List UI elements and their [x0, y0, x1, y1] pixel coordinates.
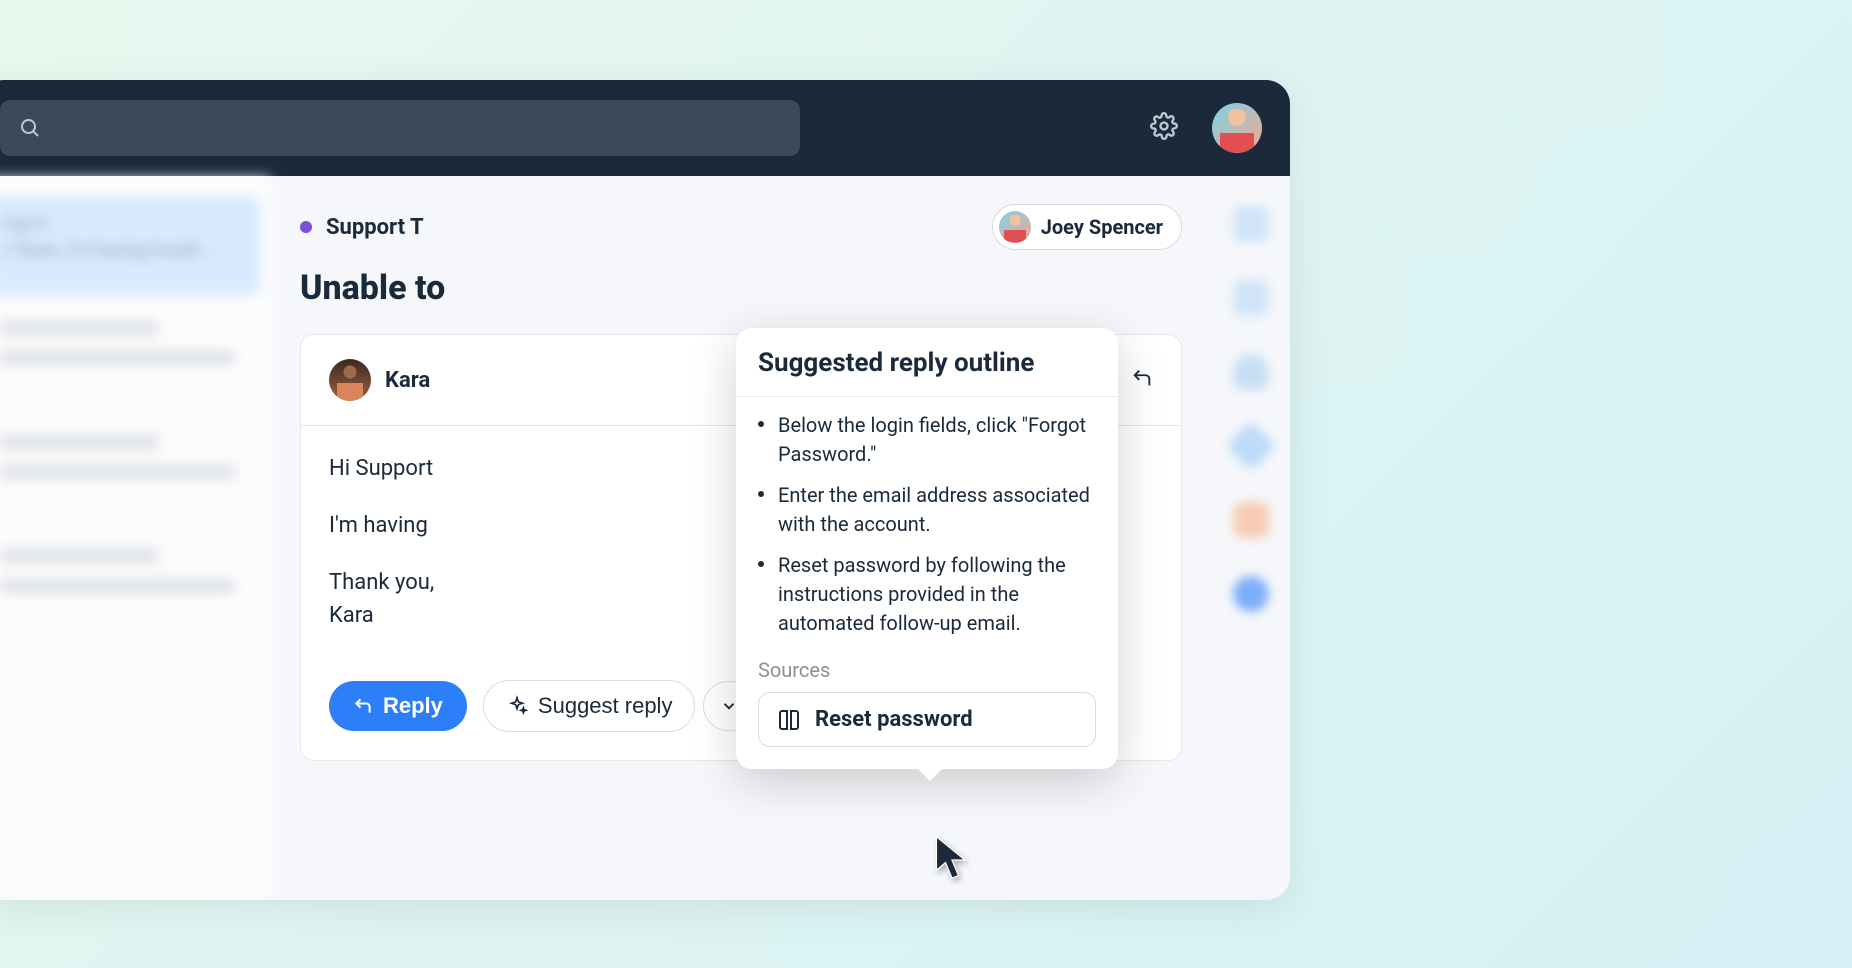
reply-button-label: Reply [383, 693, 443, 719]
rail-icon-calendar[interactable] [1233, 206, 1269, 242]
reply-arrow-icon [1131, 367, 1153, 389]
app-window: log in t Team, I'm having troubl... Supp… [0, 80, 1290, 900]
sidebar-selected-item[interactable]: log in t Team, I'm having troubl... [0, 196, 260, 296]
rail-icon-apps[interactable] [1233, 576, 1269, 612]
search-icon [18, 116, 42, 140]
source-pill[interactable]: Reset password [758, 692, 1096, 747]
assignee-name: Joey Spencer [1041, 215, 1163, 239]
sidebar-preview-line1: log in [4, 210, 246, 237]
sparkle-icon [506, 695, 528, 717]
popover-bullet: Below the login fields, click "Forgot Pa… [758, 411, 1096, 469]
ticket-category: Support T [326, 215, 424, 240]
sidebar: log in t Team, I'm having troubl... [0, 176, 270, 900]
popover-bullet-list: Below the login fields, click "Forgot Pa… [736, 397, 1118, 654]
user-avatar[interactable] [1212, 103, 1262, 153]
rail-icon-contact[interactable] [1233, 280, 1269, 316]
gear-icon [1150, 112, 1178, 140]
popover-bullet: Enter the email address associated with … [758, 481, 1096, 539]
sources-label: Sources [736, 654, 1118, 692]
suggest-reply-button[interactable]: Suggest reply [483, 680, 696, 732]
sender-avatar [329, 359, 371, 401]
assignee-avatar [999, 211, 1031, 243]
cursor-pointer [930, 834, 974, 890]
assignee-pill[interactable]: Joey Spencer [992, 204, 1182, 250]
source-label: Reset password [815, 707, 973, 732]
right-rail [1212, 176, 1290, 900]
search-input[interactable] [0, 100, 800, 156]
rail-icon-cloud[interactable] [1233, 354, 1269, 390]
settings-button[interactable] [1150, 112, 1178, 144]
popover-bullet: Reset password by following the instruct… [758, 551, 1096, 638]
reply-button[interactable]: Reply [329, 681, 467, 731]
rail-icon-orange[interactable] [1233, 502, 1269, 538]
reply-icon [353, 696, 373, 716]
message-reply-button[interactable] [1131, 367, 1153, 393]
cursor-icon [930, 834, 974, 886]
rail-icon-diamond[interactable] [1226, 421, 1277, 472]
sidebar-preview-line2: t Team, I'm having troubl... [4, 237, 246, 264]
suggest-reply-label: Suggest reply [538, 693, 673, 719]
book-icon [777, 708, 801, 732]
ticket-content: Support T Joey Spencer Unable to Kara [270, 176, 1212, 900]
top-bar [0, 80, 1290, 176]
status-dot [300, 221, 312, 233]
popover-title: Suggested reply outline [736, 328, 1118, 397]
ticket-title: Unable to [300, 268, 1182, 308]
suggested-reply-popover: Suggested reply outline Below the login … [736, 328, 1118, 769]
